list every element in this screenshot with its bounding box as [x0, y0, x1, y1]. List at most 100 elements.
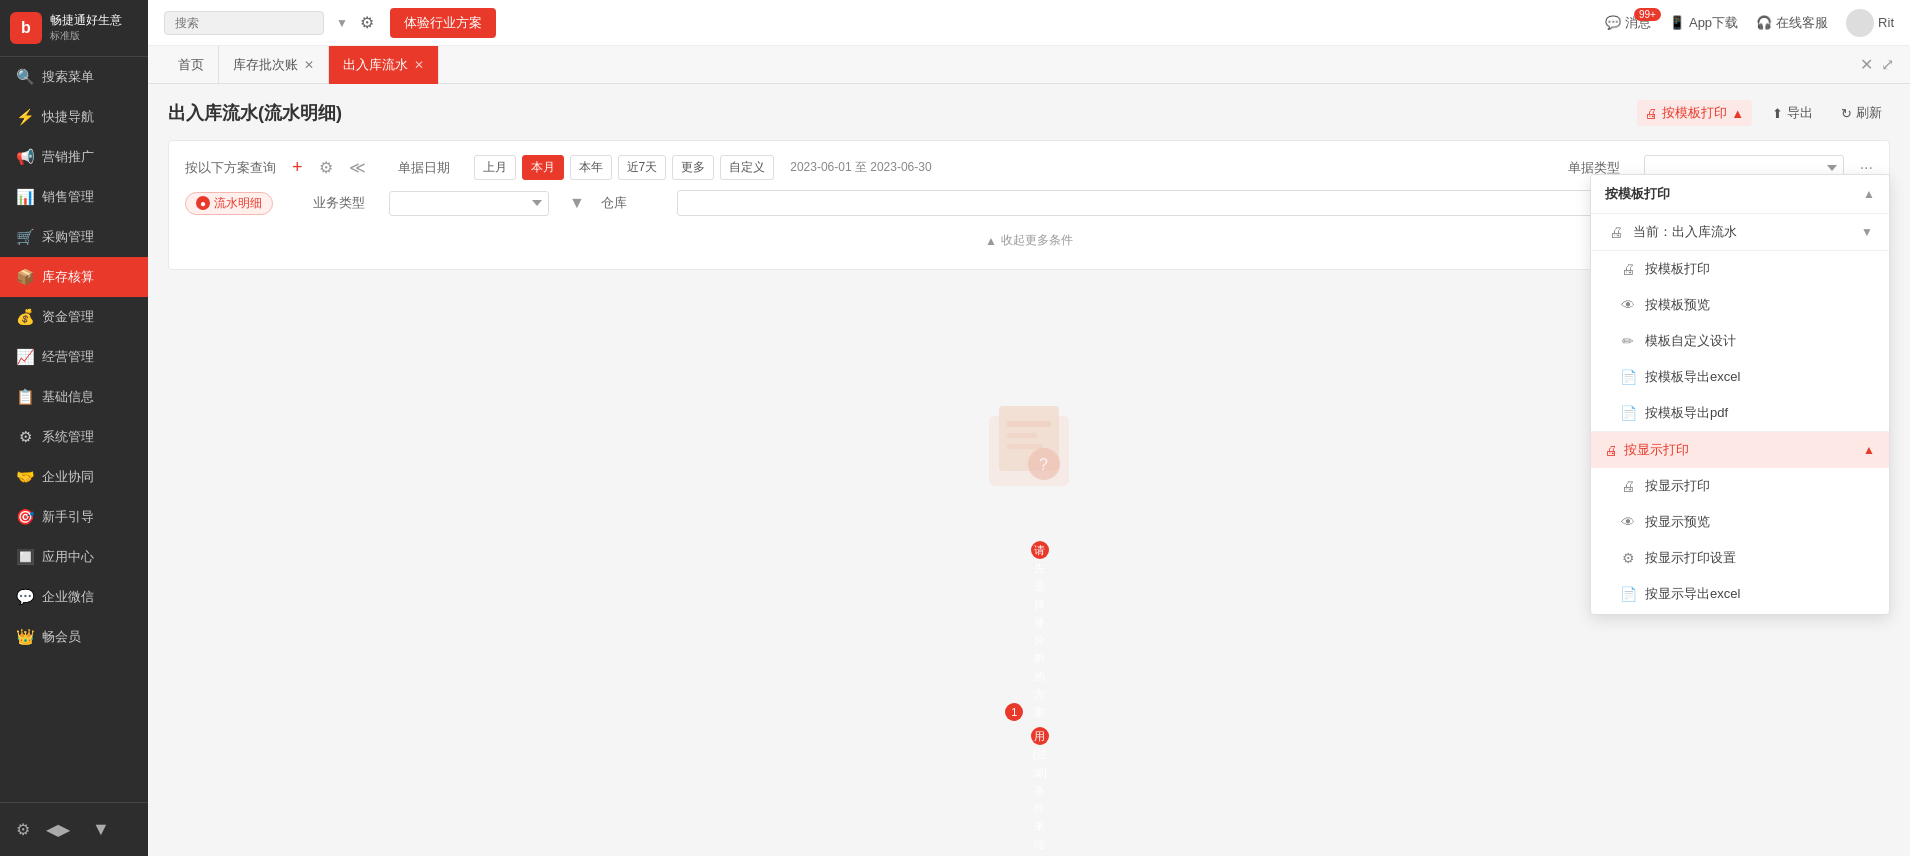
print-dropdown-panel: 按模板打印 ▲ 🖨 当前：出入库流水 ▼ 🖨 按模板打印: [1590, 174, 1890, 615]
date-shortcut-custom[interactable]: 自定义: [720, 155, 774, 180]
tab-close-window-button[interactable]: ✕: [1860, 55, 1873, 74]
sidebar-item-appcenter[interactable]: 🔲 应用中心: [0, 537, 148, 577]
chevron-up-icon: ▲: [1731, 106, 1744, 121]
dropdown-scroll: 🖨 当前：出入库流水 ▼ 🖨 按模板打印 👁 按模板预览: [1591, 214, 1889, 614]
page-content: 出入库流水(流水明细) 🖨 按模板打印 ▲ ⬆ 导出 ↻ 刷新: [148, 84, 1910, 856]
dropdown-display-excel[interactable]: 📄 按显示导出excel: [1591, 576, 1889, 612]
version-tag: 标准版: [50, 29, 122, 43]
sidebar-item-wecom[interactable]: 💬 企业微信: [0, 577, 148, 617]
date-shortcut-last7[interactable]: 近7天: [618, 155, 667, 180]
business-type-select[interactable]: [389, 191, 549, 216]
tab-inventory-batch[interactable]: 库存批次账 ✕: [219, 46, 329, 84]
refresh-icon: ↻: [1841, 106, 1852, 121]
dropdown-template-print[interactable]: 🖨 按模板打印: [1591, 251, 1889, 287]
tab-home[interactable]: 首页: [164, 46, 219, 84]
printer-icon: 🖨: [1645, 106, 1658, 121]
sidebar-item-search[interactable]: 🔍 搜索菜单: [0, 57, 148, 97]
sidebar-item-finance[interactable]: 💰 资金管理: [0, 297, 148, 337]
sidebar-item-vip[interactable]: 👑 畅会员: [0, 617, 148, 657]
trend-icon: 📈: [16, 348, 34, 366]
sidebar-item-marketing[interactable]: 📢 营销推广: [0, 137, 148, 177]
filter-tag-item: ● 流水明细: [185, 192, 273, 215]
box-icon: 📦: [16, 268, 34, 286]
industry-solution-button[interactable]: 体验行业方案: [390, 8, 496, 38]
crown-icon: 👑: [16, 628, 34, 646]
dropdown-display-print[interactable]: 🖨 按显示打印: [1591, 468, 1889, 504]
avatar-image: [1846, 9, 1874, 37]
template-pdf-icon: 📄: [1619, 405, 1637, 421]
message-icon: 💬: [1605, 15, 1621, 30]
sidebar-item-inventory[interactable]: 📦 库存核算: [0, 257, 148, 297]
date-shortcut-current-year[interactable]: 本年: [570, 155, 612, 180]
tab-maximize-button[interactable]: ⤢: [1881, 55, 1894, 74]
settings-icon[interactable]: ⚙: [16, 820, 30, 839]
current-chevron[interactable]: ▼: [1861, 225, 1873, 239]
main-area: ▼ ⚙ 体验行业方案 💬 消息 99+ 📱 App下载 🎧 在线客服 Rit: [148, 0, 1910, 856]
date-shortcut-more[interactable]: 更多: [672, 155, 714, 180]
export-button[interactable]: ⬆ 导出: [1764, 100, 1821, 126]
svg-rect-3: [1007, 433, 1037, 438]
online-service-button[interactable]: 🎧 在线客服: [1756, 14, 1828, 32]
sidebar-item-quicknav[interactable]: ⚡ 快捷导航: [0, 97, 148, 137]
sidebar-item-collab[interactable]: 🤝 企业协同: [0, 457, 148, 497]
filter-add-button[interactable]: +: [292, 157, 303, 178]
dropdown-template-preview[interactable]: 👁 按模板预览: [1591, 287, 1889, 323]
dropdown-header: 按模板打印 ▲: [1591, 175, 1889, 214]
dropdown-display-preview[interactable]: 👁 按显示预览: [1591, 504, 1889, 540]
topbar-search-chevron[interactable]: ▼: [336, 16, 348, 30]
filter-settings-button[interactable]: ⚙: [319, 158, 333, 177]
template-print-icon: 🖨: [1619, 261, 1637, 277]
dropdown-template-excel[interactable]: 📄 按模板导出excel: [1591, 359, 1889, 395]
sidebar-item-sales[interactable]: 📊 销售管理: [0, 177, 148, 217]
tab-close-stock-flow[interactable]: ✕: [414, 58, 424, 72]
date-shortcut-current-month[interactable]: 本月: [522, 155, 564, 180]
dropdown-display-group-header[interactable]: 🖨 按显示打印 ▲: [1591, 432, 1889, 468]
dropdown-header-chevron[interactable]: ▲: [1863, 187, 1875, 201]
page-title: 出入库流水(流水明细): [168, 101, 342, 125]
sidebar-item-system[interactable]: ⚙ 系统管理: [0, 417, 148, 457]
chat-icon: 💬: [16, 588, 34, 606]
collapse-icon[interactable]: ◀▶: [46, 820, 70, 839]
app-logo: b 畅捷通好生意 标准版: [0, 0, 148, 57]
lightning-icon: ⚡: [16, 108, 34, 126]
dropdown-display-pdf[interactable]: 📄 按显示导出pdf: [1591, 612, 1889, 614]
tag-icon: ●: [196, 196, 210, 210]
business-type-dropdown-icon[interactable]: ▼: [569, 194, 585, 212]
dropdown-template-pdf[interactable]: 📄 按模板导出pdf: [1591, 395, 1889, 431]
page-actions: 🖨 按模板打印 ▲ ⬆ 导出 ↻ 刷新: [1637, 100, 1890, 126]
template-excel-icon: 📄: [1619, 369, 1637, 385]
search-icon: 🔍: [16, 68, 34, 86]
tab-close-inventory-batch[interactable]: ✕: [304, 58, 314, 72]
dropdown-title: 按模板打印: [1605, 185, 1670, 203]
date-range-display: 2023-06-01 至 2023-06-30: [790, 159, 931, 176]
print-template-button[interactable]: 🖨 按模板打印 ▲: [1637, 100, 1752, 126]
tab-window-controls: ✕ ⤢: [1860, 55, 1894, 74]
display-group-chevron[interactable]: ▲: [1863, 443, 1875, 457]
date-shortcut-group: 上月 本月 本年 近7天 更多 自定义: [474, 155, 775, 180]
date-shortcut-last-month[interactable]: 上月: [474, 155, 516, 180]
sidebar-item-guide[interactable]: 🎯 新手引导: [0, 497, 148, 537]
message-badge: 99+: [1634, 8, 1661, 21]
business-type-label: 业务类型: [313, 194, 373, 212]
dropdown-display-settings[interactable]: ⚙ 按显示打印设置: [1591, 540, 1889, 576]
sidebar-item-basic[interactable]: 📋 基础信息: [0, 377, 148, 417]
dropdown-template-custom[interactable]: ✏ 模板自定义设计: [1591, 323, 1889, 359]
sidebar-item-purchase[interactable]: 🛒 采购管理: [0, 217, 148, 257]
sidebar-bottom: ⚙ ◀▶ ▼: [0, 802, 148, 856]
topbar-gear-icon[interactable]: ⚙: [360, 13, 374, 32]
refresh-button[interactable]: ↻ 刷新: [1833, 100, 1890, 126]
user-avatar[interactable]: Rit: [1846, 9, 1894, 37]
dropdown-template-section: 🖨 按模板打印 👁 按模板预览 ✏ 模板自定义设计 📄 按模板导出excel: [1591, 251, 1889, 432]
sidebar-item-operations[interactable]: 📈 经营管理: [0, 337, 148, 377]
tab-stock-flow[interactable]: 出入库流水 ✕: [329, 46, 439, 84]
filter-collapse-button[interactable]: ≪: [349, 158, 366, 177]
message-button[interactable]: 💬 消息 99+: [1605, 14, 1651, 32]
date-label: 单据日期: [398, 159, 458, 177]
app-download-button[interactable]: 📱 App下载: [1669, 14, 1738, 32]
dropdown-current-item[interactable]: 🖨 当前：出入库流水 ▼: [1591, 214, 1889, 250]
hint-number-1: 1: [1005, 703, 1023, 721]
sidebar-scroll-down-btn[interactable]: ▼: [86, 813, 116, 846]
topbar-search-input[interactable]: [164, 11, 324, 35]
clipboard-icon: 📋: [16, 388, 34, 406]
display-settings-icon: ⚙: [1619, 550, 1637, 566]
